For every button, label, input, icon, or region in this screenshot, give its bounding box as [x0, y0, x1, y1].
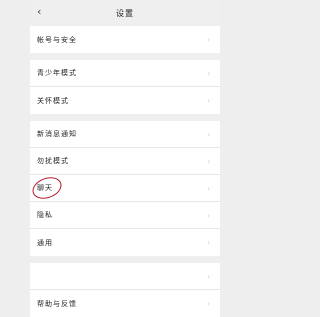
chevron-right-icon: ›: [207, 238, 211, 247]
setting-item-blank[interactable]: ›: [30, 263, 220, 290]
setting-label: 隐私: [37, 211, 53, 219]
settings-group-account: 帐号与安全 ›: [30, 26, 220, 53]
section-divider: [30, 53, 220, 60]
setting-label: 勿扰模式: [37, 157, 69, 165]
setting-item-notifications[interactable]: 新消息通知 ›: [30, 121, 220, 148]
section-divider: [30, 114, 220, 121]
page-title: 设置: [116, 8, 134, 18]
setting-item-general[interactable]: 通用 ›: [30, 229, 220, 256]
chevron-right-icon: ›: [207, 210, 211, 220]
settings-group-help: › 帮助与反馈 ›: [30, 263, 220, 317]
setting-item-chat[interactable]: 聊天 ›: [29, 173, 220, 203]
chevron-right-icon: ›: [207, 96, 211, 105]
setting-label: 通用: [37, 238, 53, 247]
setting-label: 聊天: [37, 184, 53, 192]
nav-bar: ‹ 设置: [30, 0, 220, 26]
setting-label: 关怀模式: [37, 96, 69, 105]
chevron-right-icon: ›: [207, 156, 211, 166]
setting-label: 新消息通知: [37, 130, 77, 138]
chevron-right-icon: ›: [207, 299, 211, 308]
setting-label: 帐号与安全: [37, 35, 77, 44]
setting-item-account-security[interactable]: 帐号与安全 ›: [30, 26, 220, 53]
chevron-right-icon: ›: [207, 68, 211, 78]
setting-label: 青少年模式: [37, 69, 77, 77]
chevron-right-icon: ›: [207, 35, 211, 44]
chevron-right-icon: ›: [207, 129, 211, 139]
settings-group-general: 新消息通知 › 勿扰模式 › 聊天 › 隐私 › 通用 ›: [29, 121, 220, 256]
setting-item-help-feedback[interactable]: 帮助与反馈 ›: [30, 290, 220, 317]
settings-screen: ‹ 设置 帐号与安全 › 青少年模式 › 关怀模式 › 新消息通知 › 勿扰模式…: [29, 0, 220, 317]
setting-item-teen-mode[interactable]: 青少年模式 ›: [30, 60, 220, 87]
chevron-right-icon: ›: [207, 183, 211, 193]
chevron-right-icon: ›: [207, 271, 211, 281]
section-divider: [30, 256, 220, 263]
setting-item-privacy[interactable]: 隐私 ›: [30, 202, 220, 229]
back-arrow-icon[interactable]: ‹: [37, 5, 41, 18]
setting-item-care-mode[interactable]: 关怀模式 ›: [30, 87, 220, 114]
setting-label: 帮助与反馈: [37, 299, 77, 308]
setting-item-do-not-disturb[interactable]: 勿扰模式 ›: [30, 148, 220, 175]
settings-group-modes: 青少年模式 › 关怀模式 ›: [30, 60, 220, 114]
